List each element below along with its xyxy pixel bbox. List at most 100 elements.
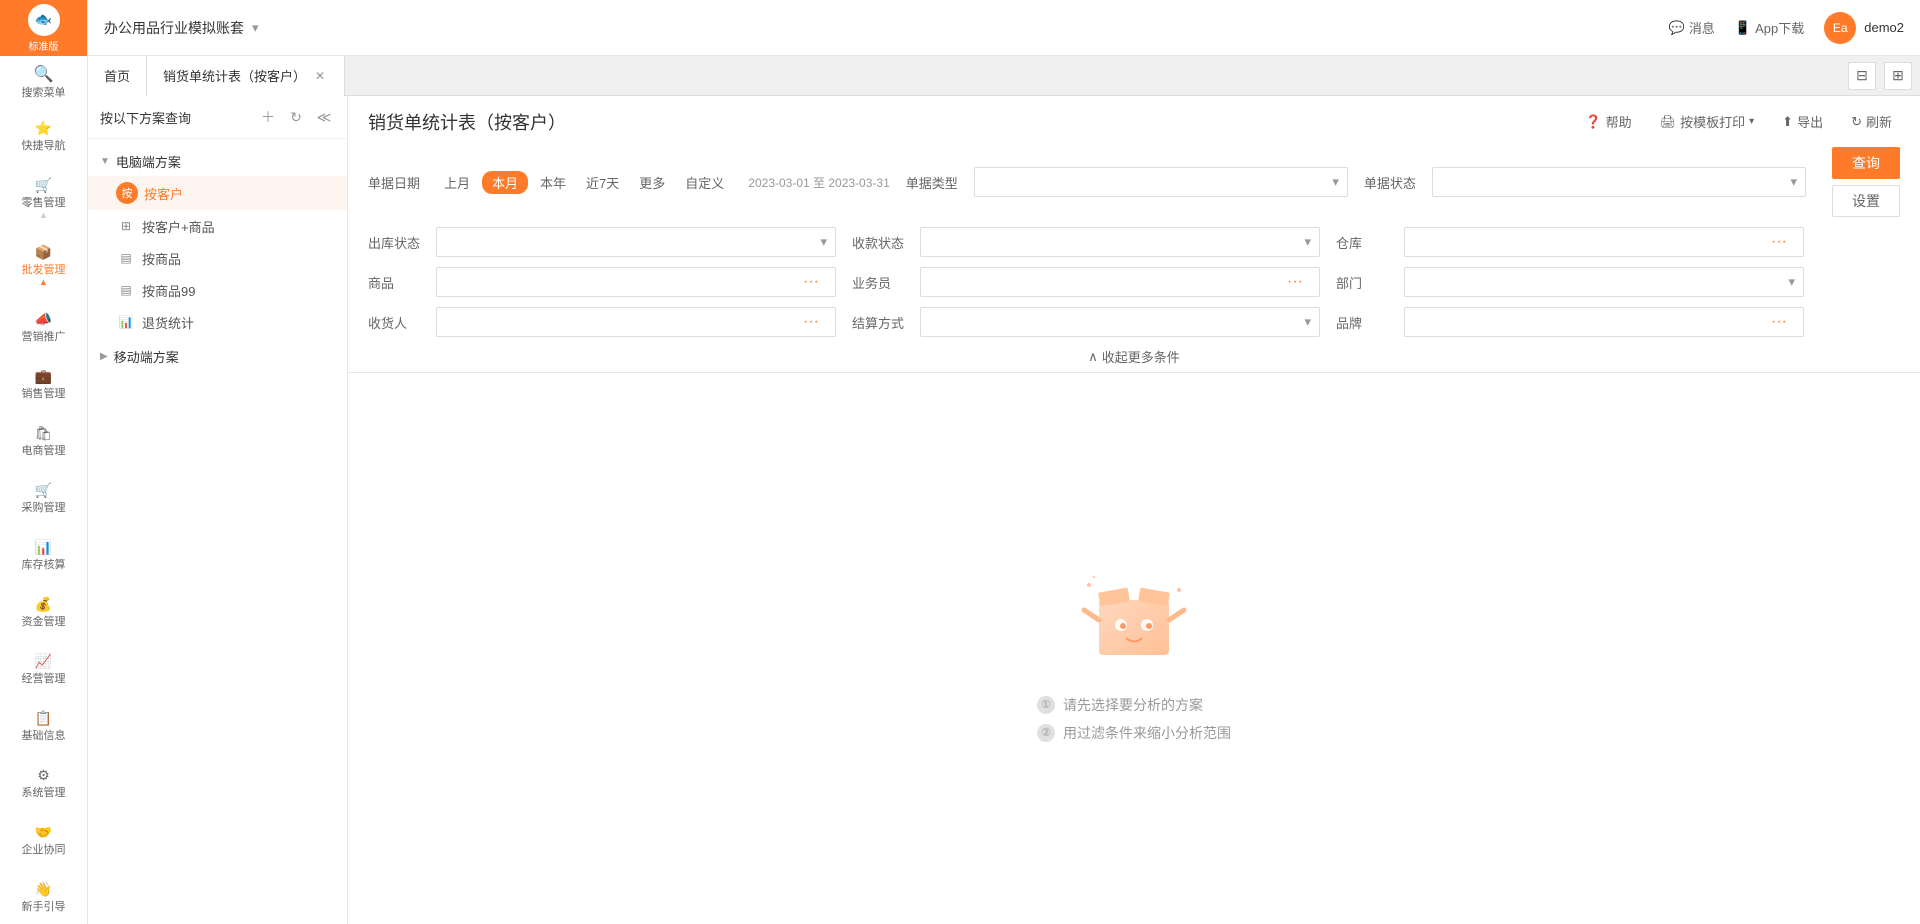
header-dropdown-icon[interactable]: ▾ bbox=[252, 20, 259, 36]
brand-input[interactable]: ··· bbox=[1404, 307, 1804, 337]
help-btn[interactable]: ❓ 帮助 bbox=[1577, 108, 1639, 135]
tab-sales-stat-label: 销货单统计表（按客户） bbox=[163, 66, 306, 85]
message-action[interactable]: 💬 消息 bbox=[1669, 18, 1715, 37]
collapse-filters-btn[interactable]: ∧ 收起更多条件 bbox=[368, 341, 1900, 372]
department-chevron-icon: ▾ bbox=[1788, 274, 1795, 290]
department-label: 部门 bbox=[1336, 273, 1396, 292]
date-filter: 单据日期 上月 本月 本年 近7天 更多 自定义 2023-03-01 至 20… bbox=[368, 171, 890, 194]
tab-sales-stat[interactable]: 销货单统计表（按客户） ✕ bbox=[147, 56, 345, 96]
salesman-dots-icon[interactable]: ··· bbox=[1279, 273, 1311, 291]
export-icon: ⬆ bbox=[1782, 114, 1793, 130]
filter-row-4: 收货人 ··· 结算方式 ▾ bbox=[368, 307, 1900, 337]
settlement-dropdown[interactable]: ▾ bbox=[920, 307, 1320, 337]
sidebar-retail-label: 零售管理 bbox=[22, 194, 66, 210]
tab-close-icon[interactable]: ✕ bbox=[312, 68, 328, 84]
tree-section-arrow-icon: ▼ bbox=[100, 156, 110, 167]
out-status-dropdown[interactable]: ▾ bbox=[436, 227, 836, 257]
order-status-dropdown[interactable]: ▾ bbox=[1432, 167, 1806, 197]
sidebar-item-sales[interactable]: 💼 销售管理 bbox=[0, 356, 87, 413]
table-icon: ▤ bbox=[116, 248, 136, 268]
add-scheme-btn[interactable]: ＋ bbox=[257, 106, 279, 128]
order-status-chevron-icon: ▾ bbox=[1790, 174, 1797, 190]
sidebar-item-basic[interactable]: 📋 基础信息 bbox=[0, 698, 87, 755]
goods-input[interactable]: ··· bbox=[436, 267, 836, 297]
sidebar-inventory-label: 库存核算 bbox=[22, 556, 66, 572]
user-name: demo2 bbox=[1864, 20, 1904, 35]
hint-num-1: ① bbox=[1037, 696, 1055, 714]
tree-item-goods99[interactable]: ▤ 按商品99 bbox=[88, 274, 347, 306]
sidebar-finance-label: 资金管理 bbox=[22, 613, 66, 629]
tree-item-customer-label: 按客户 bbox=[144, 184, 183, 203]
refresh-scheme-btn[interactable]: ↻ bbox=[285, 106, 307, 128]
receiver-dots-icon[interactable]: ··· bbox=[795, 313, 827, 331]
tree-item-customer-goods[interactable]: ⊞ 按客户+商品 bbox=[88, 210, 347, 242]
warehouse-dots-icon[interactable]: ··· bbox=[1763, 233, 1795, 251]
sidebar-item-finance[interactable]: 💰 资金管理 bbox=[0, 584, 87, 641]
tab-home[interactable]: 首页 bbox=[88, 56, 147, 96]
sidebar-search[interactable]: 🔍 搜索菜单 bbox=[0, 56, 87, 108]
date-tab-7days[interactable]: 近7天 bbox=[578, 171, 627, 194]
message-label: 消息 bbox=[1689, 18, 1715, 37]
sidebar-item-ecommerce[interactable]: 🛍 电商管理 bbox=[0, 413, 87, 470]
receiver-input[interactable]: ··· bbox=[436, 307, 836, 337]
sidebar-item-wholesale[interactable]: 📦 批发管理 ▲ bbox=[0, 232, 87, 299]
date-tab-custom[interactable]: 自定义 bbox=[677, 171, 732, 194]
sidebar-item-inventory[interactable]: 📊 库存核算 bbox=[0, 527, 87, 584]
query-btn[interactable]: 查询 bbox=[1832, 147, 1900, 179]
date-tab-last-month[interactable]: 上月 bbox=[436, 171, 478, 194]
receiver-filter: 收货人 ··· bbox=[368, 307, 836, 337]
collection-status-dropdown[interactable]: ▾ bbox=[920, 227, 1320, 257]
tab-minimize-btn[interactable]: ⊟ bbox=[1848, 62, 1876, 90]
tab-home-label: 首页 bbox=[104, 66, 130, 85]
tab-maximize-btn[interactable]: ⊞ bbox=[1884, 62, 1912, 90]
date-tab-this-year[interactable]: 本年 bbox=[532, 171, 574, 194]
empty-illustration bbox=[1074, 555, 1194, 675]
user-profile[interactable]: Ea demo2 bbox=[1824, 12, 1904, 44]
header-left: 办公用品行业模拟账套 ▾ bbox=[104, 18, 259, 38]
sidebar-item-operations[interactable]: 📈 经营管理 bbox=[0, 641, 87, 698]
tree-section-pc-header[interactable]: ▼ 电脑端方案 bbox=[88, 147, 347, 176]
sidebar-item-retail[interactable]: 🛒 零售管理 ▲ bbox=[0, 165, 87, 232]
active-scheme-icon: 按 bbox=[116, 182, 138, 204]
department-dropdown[interactable]: ▾ bbox=[1404, 267, 1804, 297]
salesman-filter: 业务员 ··· bbox=[852, 267, 1320, 297]
left-panel: 按以下方案查询 ＋ ↻ ≪ ▼ 电脑端方案 bbox=[88, 96, 348, 924]
date-tab-more[interactable]: 更多 bbox=[631, 171, 673, 194]
empty-hint-2: ② 用过滤条件来缩小分析范围 bbox=[1037, 723, 1231, 743]
grid-icon: ⊞ bbox=[116, 216, 136, 236]
tree-item-by-customer[interactable]: 按 按客户 bbox=[88, 176, 347, 210]
collapse-up-icon: ∧ bbox=[1088, 349, 1098, 365]
tree-item-return-stat[interactable]: 📊 退货统计 bbox=[88, 306, 347, 338]
order-status-label: 单据状态 bbox=[1364, 173, 1424, 192]
tree-item-goods-label: 按商品 bbox=[142, 249, 181, 268]
warehouse-input[interactable]: ··· bbox=[1404, 227, 1804, 257]
goods-dots-icon[interactable]: ··· bbox=[795, 273, 827, 291]
setting-btn[interactable]: 设置 bbox=[1832, 185, 1900, 217]
sidebar-item-marketing[interactable]: 📣 营销推广 bbox=[0, 299, 87, 356]
export-btn[interactable]: ⬆ 导出 bbox=[1774, 108, 1831, 135]
app-download-action[interactable]: 📱 App下载 bbox=[1735, 18, 1804, 37]
date-tab-this-month[interactable]: 本月 bbox=[482, 171, 528, 194]
order-type-dropdown[interactable]: ▾ bbox=[974, 167, 1348, 197]
bar-icon: 📊 bbox=[116, 312, 136, 332]
tree-section-mobile: ▶ 移动端方案 bbox=[88, 342, 347, 371]
sidebar-marketing-label: 营销推广 bbox=[22, 328, 66, 344]
empty-hints: ① 请先选择要分析的方案 ② 用过滤条件来缩小分析范围 bbox=[1037, 695, 1231, 743]
tree-section-mobile-header[interactable]: ▶ 移动端方案 bbox=[88, 342, 347, 371]
sidebar-quick-nav[interactable]: ⭐ 快捷导航 bbox=[0, 108, 87, 165]
brand-dots-icon[interactable]: ··· bbox=[1763, 313, 1795, 331]
collection-status-filter: 收款状态 ▾ bbox=[852, 227, 1320, 257]
sidebar-logo[interactable]: 🐟 标准版 bbox=[0, 0, 88, 56]
sidebar-item-newuser[interactable]: 👋 新手引导 bbox=[0, 869, 87, 924]
logo-text: 标准版 bbox=[29, 38, 59, 53]
salesman-input[interactable]: ··· bbox=[920, 267, 1320, 297]
tree-item-by-goods[interactable]: ▤ 按商品 bbox=[88, 242, 347, 274]
top-header: 办公用品行业模拟账套 ▾ 💬 消息 📱 App下载 Ea demo2 bbox=[88, 0, 1920, 56]
sidebar-item-purchase[interactable]: 🛒 采购管理 bbox=[0, 470, 87, 527]
sidebar-item-system[interactable]: ⚙ 系统管理 bbox=[0, 755, 87, 812]
collapse-panel-btn[interactable]: ≪ bbox=[313, 106, 335, 128]
print-btn[interactable]: 🖨 按模板打印 ▾ bbox=[1652, 108, 1763, 135]
refresh-btn[interactable]: ↻ 刷新 bbox=[1843, 108, 1900, 135]
settlement-filter: 结算方式 ▾ bbox=[852, 307, 1320, 337]
sidebar-item-cooperation[interactable]: 🤝 企业协同 bbox=[0, 812, 87, 869]
